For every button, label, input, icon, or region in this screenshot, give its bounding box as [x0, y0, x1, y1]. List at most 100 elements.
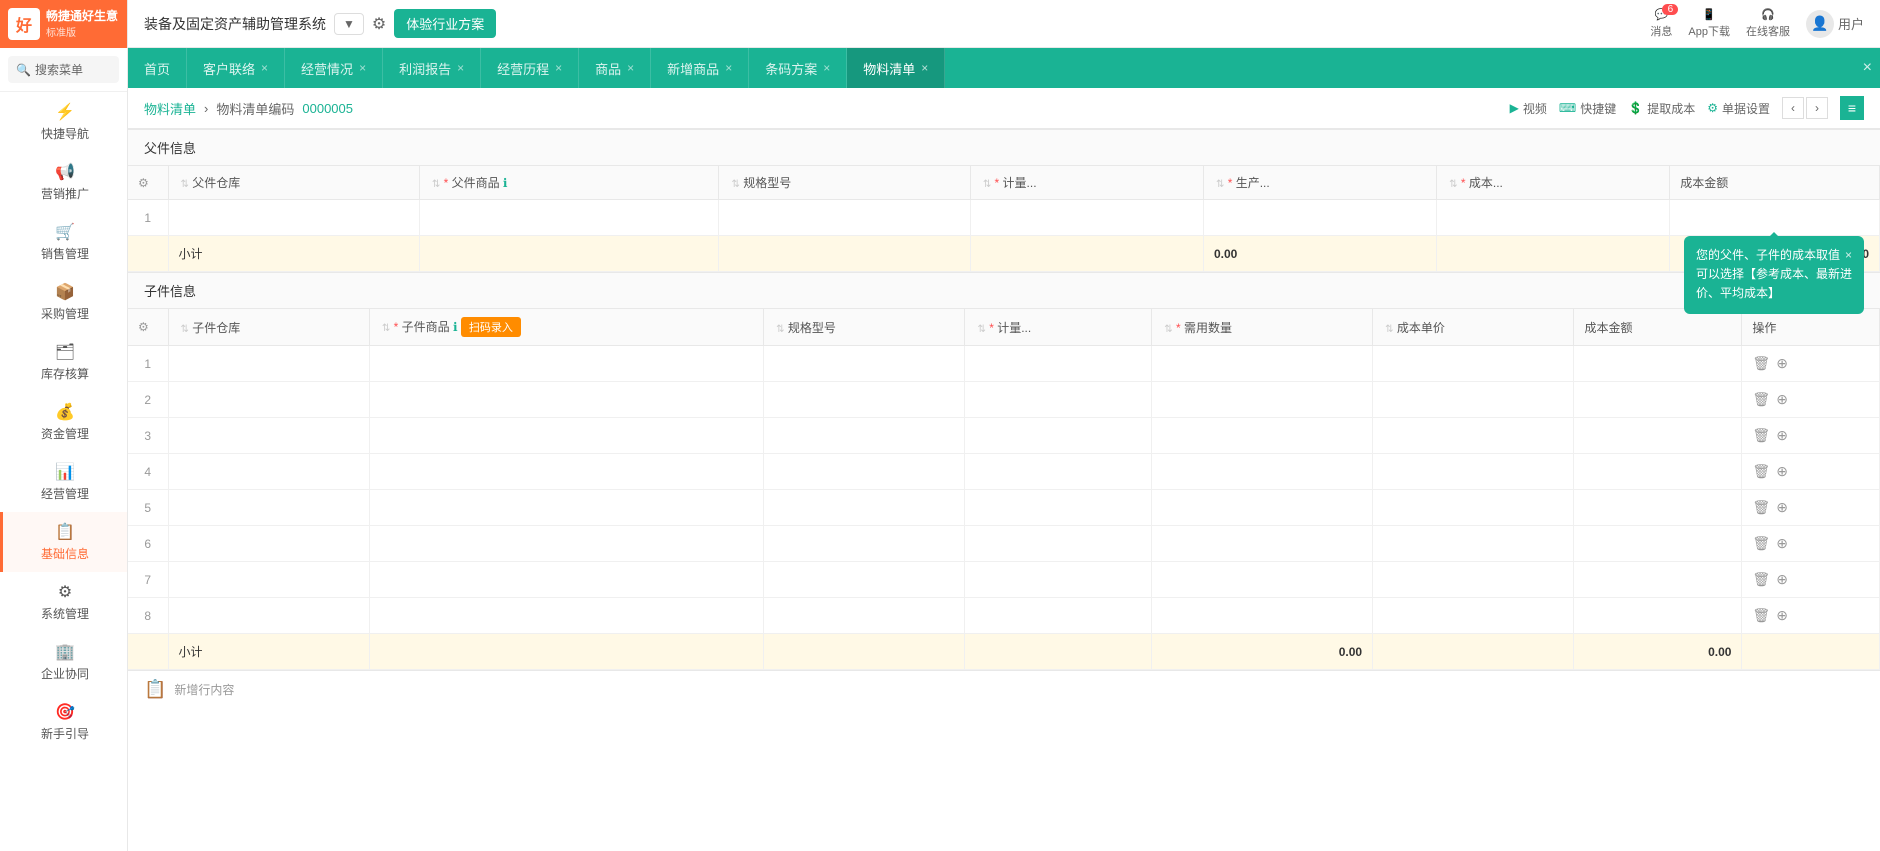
sidebar-item-basic[interactable]: 📋 基础信息	[0, 512, 127, 572]
single-setting-button[interactable]: ⚙ 单据设置	[1707, 100, 1770, 117]
view-toggle-button[interactable]: ≡	[1840, 96, 1864, 120]
tab-close-icon[interactable]: ×	[359, 61, 366, 75]
delete-icon[interactable]: 🗑	[1752, 607, 1770, 624]
child-warehouse-cell-1[interactable]	[168, 346, 369, 382]
delete-icon[interactable]: 🗑	[1752, 355, 1770, 372]
trial-button[interactable]: 体验行业方案	[394, 9, 496, 38]
sidebar-nav: ⚡ 快捷导航 📢 营销推广 🛒 销售管理 📦 采购管理 🗂 库存核算 💰 资金管…	[0, 92, 127, 851]
copy-icon[interactable]: ⊕	[1776, 427, 1788, 444]
parent-cost-cell[interactable]	[1437, 200, 1670, 236]
tab-history[interactable]: 经营历程 ×	[481, 48, 579, 88]
tab-new-product[interactable]: 新增商品 ×	[651, 48, 749, 88]
user-info[interactable]: 👤 用户	[1806, 10, 1864, 38]
parent-section: 父件信息 ⚙ ⇅ 父件仓库 ⇅ * 父件商品 ℹ	[128, 129, 1880, 272]
sidebar-item-sales[interactable]: 🛒 销售管理	[0, 212, 127, 272]
bottom-bar: 📋 新增行内容	[128, 670, 1880, 708]
sidebar-item-guide[interactable]: 🎯 新手引导	[0, 692, 127, 752]
child-unit-cell-2[interactable]	[965, 382, 1152, 418]
sidebar-item-finance[interactable]: 💰 资金管理	[0, 392, 127, 452]
copy-icon[interactable]: ⊕	[1776, 499, 1788, 516]
sidebar-item-marketing[interactable]: 📢 营销推广	[0, 152, 127, 212]
nav-next-button[interactable]: ›	[1806, 97, 1828, 119]
child-unit-cell-1[interactable]	[965, 346, 1152, 382]
parent-warehouse-cell[interactable]	[168, 200, 419, 236]
sidebar-item-system[interactable]: ⚙ 系统管理	[0, 572, 127, 632]
header-right: 💬 6 消息 📱 App下载 🎧 在线客服 👤 用户	[1650, 8, 1864, 39]
sidebar-item-enterprise[interactable]: 🏢 企业协同	[0, 632, 127, 692]
sidebar-item-label: 新手引导	[41, 725, 89, 742]
tab-barcode[interactable]: 条码方案 ×	[749, 48, 847, 88]
parent-spec-cell[interactable]	[719, 200, 970, 236]
copy-icon[interactable]: ⊕	[1776, 607, 1788, 624]
copy-icon[interactable]: ⊕	[1776, 535, 1788, 552]
parent-table-row: 1	[128, 200, 1880, 236]
child-spec-cell-1[interactable]	[764, 346, 965, 382]
copy-icon[interactable]: ⊕	[1776, 355, 1788, 372]
settings-button[interactable]: ⚙	[372, 14, 386, 34]
search-menu-button[interactable]: 🔍 搜索菜单	[8, 56, 119, 83]
tab-close-icon[interactable]: ×	[627, 61, 634, 75]
child-unitprice-cell-2[interactable]	[1373, 382, 1574, 418]
tab-close-icon[interactable]: ×	[921, 61, 928, 75]
sidebar-item-inventory[interactable]: 🗂 库存核算	[0, 332, 127, 392]
child-table-row: 2 🗑 ⊕	[128, 382, 1880, 418]
tab-customer[interactable]: 客户联络 ×	[187, 48, 285, 88]
tab-home[interactable]: 首页	[128, 48, 187, 88]
online-service-button[interactable]: 🎧 在线客服	[1746, 8, 1790, 39]
delete-icon[interactable]: 🗑	[1752, 463, 1770, 480]
sidebar-item-purchase[interactable]: 📦 采购管理	[0, 272, 127, 332]
parent-product-cell[interactable]	[419, 200, 719, 236]
tab-profit[interactable]: 利润报告 ×	[383, 48, 481, 88]
parent-produce-cell[interactable]	[1203, 200, 1436, 236]
child-col-settings[interactable]: ⚙	[128, 309, 168, 346]
child-product-cell-1[interactable]	[369, 346, 763, 382]
tooltip-close-button[interactable]: ×	[1845, 246, 1852, 265]
tab-close-icon[interactable]: ×	[823, 61, 830, 75]
parent-subtotal-row: 小计 0.00 0.00	[128, 236, 1880, 272]
child-table-row: 5 🗑 ⊕	[128, 490, 1880, 526]
tab-close-icon[interactable]: ×	[261, 61, 268, 75]
sidebar-item-operation[interactable]: 📊 经营管理	[0, 452, 127, 512]
scan-input-button[interactable]: 扫码录入	[461, 317, 521, 337]
child-quantity-cell-1[interactable]	[1152, 346, 1373, 382]
delete-icon[interactable]: 🗑	[1752, 499, 1770, 516]
delete-icon[interactable]: 🗑	[1752, 535, 1770, 552]
close-all-tabs-button[interactable]: ×	[1855, 59, 1880, 77]
parent-col-settings[interactable]: ⚙	[128, 166, 168, 200]
child-product-cell-2[interactable]	[369, 382, 763, 418]
sidebar-item-label: 经营管理	[41, 485, 89, 502]
tab-close-icon[interactable]: ×	[555, 61, 562, 75]
delete-icon[interactable]: 🗑	[1752, 571, 1770, 588]
child-quantity-cell-2[interactable]	[1152, 382, 1373, 418]
extract-cost-button[interactable]: 💲 提取成本	[1628, 100, 1695, 117]
copy-icon[interactable]: ⊕	[1776, 391, 1788, 408]
app-download-button[interactable]: 📱 App下载	[1688, 8, 1730, 39]
breadcrumb: 物料清单 › 物料清单编码 0000005	[144, 99, 353, 118]
shortcut-button[interactable]: ⌨ 快捷键	[1559, 100, 1616, 117]
child-warehouse-cell-2[interactable]	[168, 382, 369, 418]
child-spec-cell-2[interactable]	[764, 382, 965, 418]
tab-product[interactable]: 商品 ×	[579, 48, 651, 88]
tab-close-icon[interactable]: ×	[725, 61, 732, 75]
delete-icon[interactable]: 🗑	[1752, 427, 1770, 444]
parent-col-cost: ⇅ * 成本...	[1437, 166, 1670, 200]
copy-icon[interactable]: ⊕	[1776, 463, 1788, 480]
nav-prev-button[interactable]: ‹	[1782, 97, 1804, 119]
child-col-spec: ⇅ 规格型号	[764, 309, 965, 346]
child-col-product: ⇅ * 子件商品 ℹ 扫码录入	[369, 309, 763, 346]
tab-close-icon[interactable]: ×	[457, 61, 464, 75]
delete-icon[interactable]: 🗑	[1752, 391, 1770, 408]
view-video-button[interactable]: ▶ 视频	[1510, 100, 1547, 117]
message-button[interactable]: 💬 6 消息	[1650, 8, 1672, 39]
user-name: 用户	[1838, 14, 1864, 33]
tab-bom[interactable]: 物料清单 ×	[847, 48, 945, 88]
toolbar-actions: ▶ 视频 ⌨ 快捷键 💲 提取成本 ⚙ 单据设置 ‹ ›	[1510, 96, 1864, 120]
system-dropdown[interactable]: ▼	[334, 13, 364, 35]
app-logo: 好 畅捷通好生意 标准版	[0, 0, 127, 48]
child-unitprice-cell-1[interactable]	[1373, 346, 1574, 382]
tab-operation-status[interactable]: 经营情况 ×	[285, 48, 383, 88]
copy-icon[interactable]: ⊕	[1776, 571, 1788, 588]
parent-unit-cell[interactable]	[970, 200, 1203, 236]
parent-col-product: ⇅ * 父件商品 ℹ	[419, 166, 719, 200]
sidebar-item-quick-nav[interactable]: ⚡ 快捷导航	[0, 92, 127, 152]
